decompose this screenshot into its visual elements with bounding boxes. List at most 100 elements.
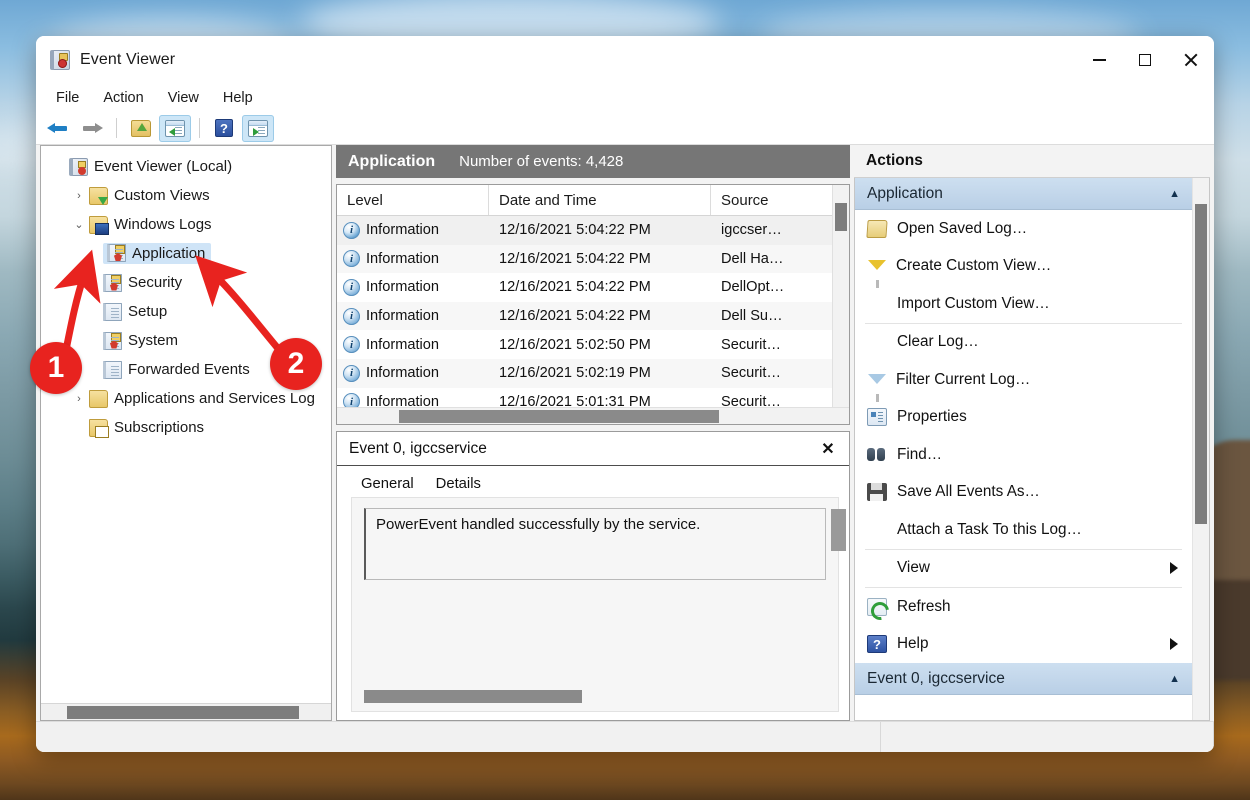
action-create-custom-view[interactable]: Create Custom View…	[855, 248, 1192, 289]
menu-help[interactable]: Help	[211, 87, 265, 109]
actions-scroll-area: Application ▲ Open Saved Log… Create Cus…	[854, 178, 1210, 721]
show-hide-action-pane-icon[interactable]	[242, 114, 274, 142]
tree-item-setup[interactable]: Setup	[41, 297, 331, 326]
cell-date: 12/16/2021 5:04:22 PM	[499, 222, 651, 239]
event-list-rows: i Information 12/16/2021 5:04:22 PM igcc…	[337, 216, 849, 424]
table-row[interactable]: i Information 12/16/2021 5:04:22 PM Dell…	[337, 273, 849, 302]
chevron-right-icon[interactable]: ›	[69, 190, 89, 202]
column-header-date[interactable]: Date and Time	[489, 185, 711, 215]
information-icon: i	[343, 364, 360, 382]
actions-vertical-scrollbar[interactable]	[1192, 178, 1209, 720]
action-find[interactable]: Find…	[855, 436, 1192, 474]
level-label: Information	[366, 279, 440, 296]
cell-source: Securit…	[721, 365, 782, 382]
tree-item-label: Event Viewer (Local)	[94, 158, 233, 175]
minimize-button[interactable]	[1076, 36, 1122, 84]
tab-details[interactable]: Details	[426, 472, 491, 497]
event-list-horizontal-scrollbar[interactable]	[337, 407, 849, 424]
actions-group-application[interactable]: Application ▲	[855, 178, 1192, 210]
filter-blue-icon	[868, 373, 886, 402]
scrollbar-thumb[interactable]	[1195, 204, 1207, 524]
maximize-button[interactable]	[1122, 36, 1168, 84]
tree-item-custom-views[interactable]: › Custom Views	[41, 181, 331, 210]
show-hide-console-tree-icon[interactable]	[159, 114, 191, 142]
table-row[interactable]: i Information 12/16/2021 5:04:22 PM Dell…	[337, 244, 849, 274]
message-vertical-scrollbar[interactable]	[831, 509, 846, 551]
tree-item-subscriptions[interactable]: Subscriptions	[41, 413, 331, 442]
log-event-count: Number of events: 4,428	[459, 153, 624, 170]
log-name: Application	[348, 152, 436, 170]
action-properties[interactable]: Properties	[855, 399, 1192, 437]
table-row[interactable]: i Information 12/16/2021 5:02:50 PM Secu…	[337, 330, 849, 359]
action-save-all-events-as[interactable]: Save All Events As…	[855, 474, 1192, 512]
cell-level: i Information	[337, 336, 489, 354]
menu-file[interactable]: File	[44, 87, 91, 109]
forward-arrow-icon[interactable]	[76, 115, 108, 142]
scrollbar-thumb[interactable]	[399, 410, 719, 423]
event-message: PowerEvent handled successfully by the s…	[376, 516, 701, 533]
event-list-header: Level Date and Time Source	[337, 185, 849, 216]
event-detail-title: Event 0, igccservice	[349, 439, 487, 457]
action-open-saved-log[interactable]: Open Saved Log…	[855, 210, 1192, 248]
action-view[interactable]: View	[855, 550, 1192, 588]
action-filter-current-log[interactable]: Filter Current Log…	[855, 361, 1192, 402]
help-icon[interactable]: ?	[208, 115, 240, 142]
tree-item-label: Application	[132, 244, 206, 262]
action-help[interactable]: ? Help	[855, 626, 1192, 664]
event-viewer-icon	[50, 50, 70, 70]
log-alert-icon	[107, 244, 126, 262]
submenu-arrow-icon	[1170, 638, 1178, 651]
cell-level: i Information	[337, 307, 489, 325]
menu-view[interactable]: View	[156, 87, 211, 109]
actions-group-label: Application	[867, 184, 943, 202]
column-header-level[interactable]: Level	[337, 185, 489, 215]
table-row[interactable]: i Information 12/16/2021 5:04:22 PM igcc…	[337, 216, 849, 245]
action-label: Clear Log…	[897, 333, 979, 351]
actions-group-event[interactable]: Event 0, igccservice ▲	[855, 663, 1192, 695]
back-arrow-icon[interactable]	[42, 115, 74, 142]
tree-item-application[interactable]: Application	[41, 239, 331, 268]
up-one-level-icon[interactable]	[125, 115, 157, 142]
message-horizontal-scrollbar[interactable]	[364, 690, 582, 703]
tree-item-label: Forwarded Events	[128, 361, 250, 378]
close-icon[interactable]: ✕	[817, 438, 839, 460]
action-refresh[interactable]: Refresh	[855, 588, 1192, 626]
level-label: Information	[366, 308, 440, 325]
cell-source: igccser…	[721, 222, 782, 239]
chevron-up-icon[interactable]: ▲	[1169, 673, 1180, 685]
action-clear-log[interactable]: Clear Log…	[855, 324, 1192, 362]
actions-list: Application ▲ Open Saved Log… Create Cus…	[855, 178, 1192, 720]
maximize-icon	[1139, 54, 1151, 66]
event-detail-body: PowerEvent handled successfully by the s…	[351, 497, 846, 712]
table-row[interactable]: i Information 12/16/2021 5:02:19 PM Secu…	[337, 358, 849, 388]
information-icon: i	[343, 250, 360, 268]
folder-custom-views-icon	[89, 186, 108, 205]
console-tree-pane: Event Viewer (Local) › Custom Views ⌄ Wi…	[40, 145, 332, 721]
event-list-vertical-scrollbar[interactable]	[832, 185, 849, 407]
menu-action[interactable]: Action	[91, 87, 155, 109]
tree-item-event-viewer-local[interactable]: Event Viewer (Local)	[41, 152, 331, 181]
chevron-up-icon[interactable]: ▲	[1169, 188, 1180, 200]
column-header-source[interactable]: Source	[711, 185, 849, 215]
action-attach-a-task-to-this-log[interactable]: Attach a Task To this Log…	[855, 511, 1192, 549]
scrollbar-thumb[interactable]	[67, 706, 299, 719]
information-icon: i	[343, 307, 360, 325]
chevron-right-icon[interactable]: ›	[69, 393, 89, 405]
log-alert-icon	[103, 331, 122, 350]
tree-item-windows-logs[interactable]: ⌄ Windows Logs	[41, 210, 331, 239]
action-label: Find…	[897, 445, 943, 463]
chevron-down-icon[interactable]: ⌄	[69, 218, 89, 231]
level-label: Information	[366, 250, 440, 267]
tree-horizontal-scrollbar[interactable]	[41, 703, 331, 720]
event-viewer-window: Event Viewer File Action View Help ? Eve…	[36, 36, 1214, 752]
cell-date: 12/16/2021 5:04:22 PM	[499, 308, 651, 325]
action-import-custom-view[interactable]: Import Custom View…	[855, 285, 1192, 323]
information-icon: i	[343, 278, 360, 296]
table-row[interactable]: i Information 12/16/2021 5:04:22 PM Dell…	[337, 301, 849, 331]
scrollbar-thumb[interactable]	[835, 203, 847, 231]
tree-item-label: Custom Views	[114, 187, 210, 204]
tab-general[interactable]: General	[351, 472, 424, 497]
level-label: Information	[366, 365, 440, 382]
tree-item-security[interactable]: Security	[41, 268, 331, 297]
close-button[interactable]	[1168, 36, 1214, 84]
